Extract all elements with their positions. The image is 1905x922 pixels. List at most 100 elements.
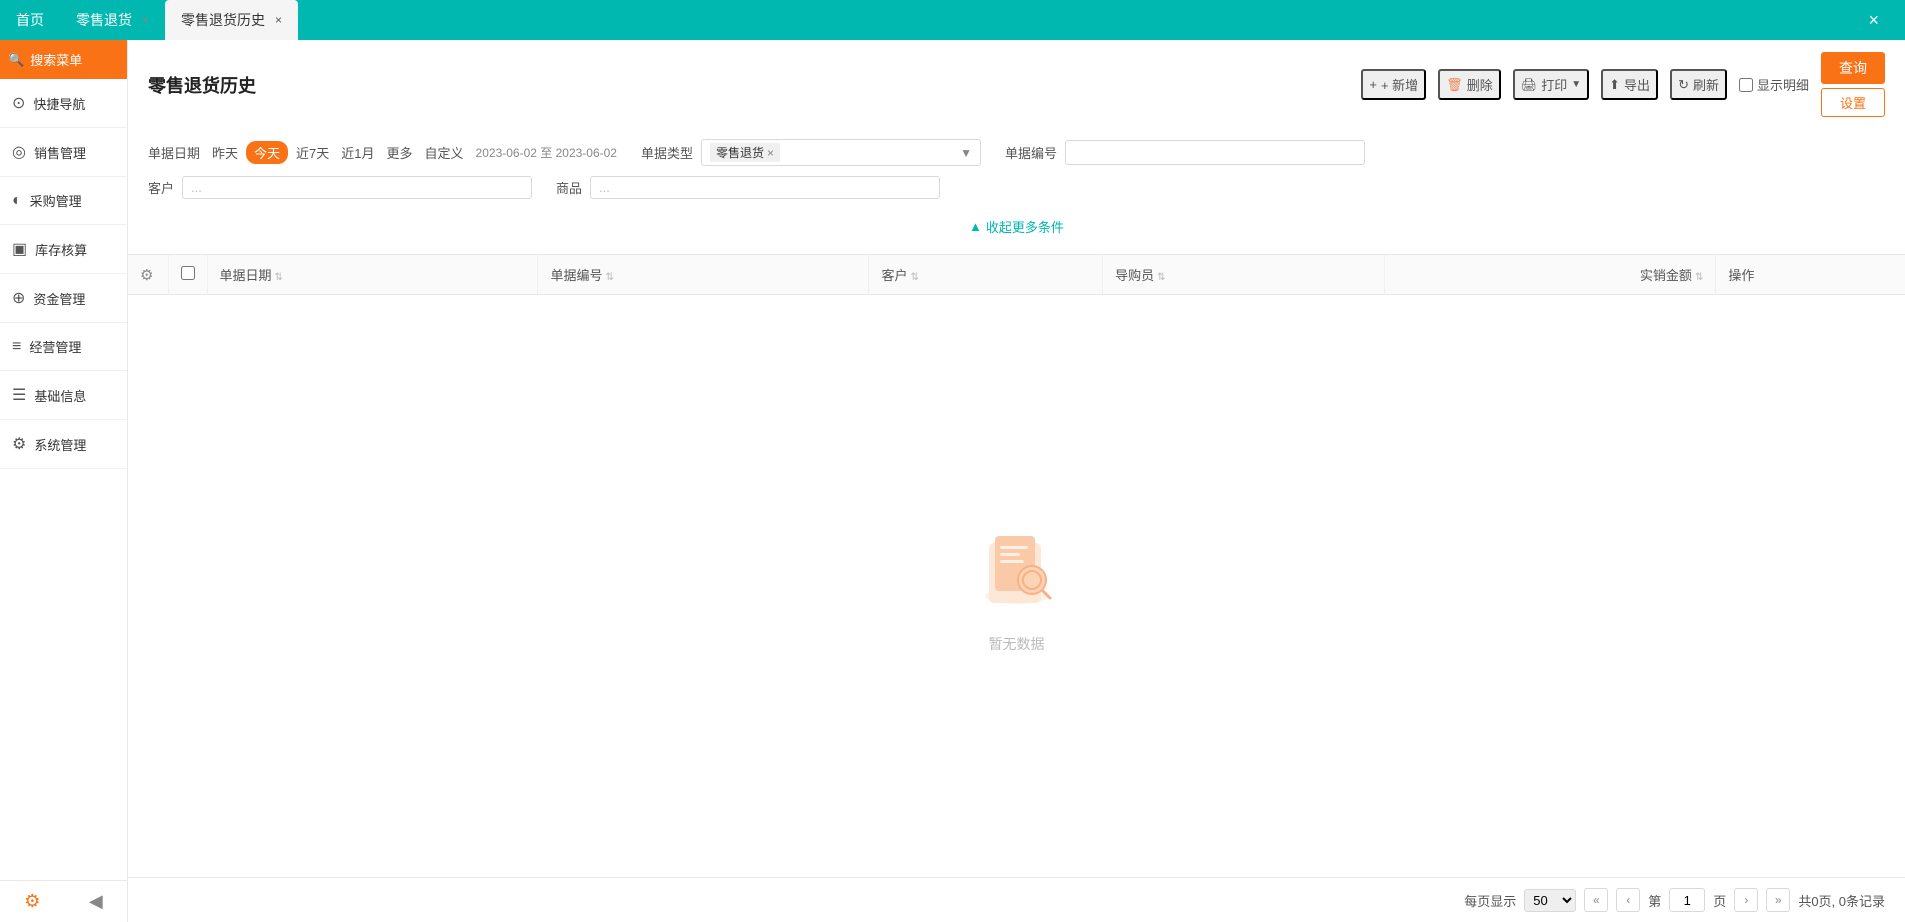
page-title: 零售退货历史: [148, 72, 256, 98]
sidebar-item-basic-info[interactable]: ☰ 基础信息: [0, 371, 127, 420]
date-opt-today[interactable]: 今天: [246, 141, 288, 164]
sidebar-search[interactable]: 🔍 搜索菜单: [0, 40, 127, 79]
add-icon: +: [1369, 77, 1377, 92]
th-checkbox: [168, 255, 207, 295]
main-layout: 🔍 搜索菜单 ⊙ 快捷导航 ◎ 销售管理 ◐ 采购管理 ▣ 库存核算 ⊕ 资金管: [0, 40, 1905, 922]
query-button[interactable]: 查询: [1821, 52, 1885, 84]
date-opt-more[interactable]: 更多: [383, 141, 417, 164]
system-icon: ⚙: [12, 434, 26, 454]
delete-button[interactable]: 🗑 删除: [1438, 69, 1501, 100]
goods-select[interactable]: ...: [590, 176, 940, 199]
setting-button[interactable]: 设置: [1821, 88, 1885, 117]
last-page-btn[interactable]: »: [1766, 888, 1790, 912]
sidebar-item-sales[interactable]: ◎ 销售管理: [0, 128, 127, 177]
sort-guide-icon[interactable]: ⇅: [1157, 272, 1165, 283]
data-table: ⚙ 单据日期⇅ 单据编号⇅ 客: [128, 255, 1905, 295]
sidebar-item-operation[interactable]: ≡ 经营管理: [0, 323, 127, 371]
sort-amount-icon[interactable]: ⇅: [1695, 272, 1703, 283]
date-opt-7days[interactable]: 近7天: [292, 141, 333, 164]
delete-icon: 🗑: [1446, 77, 1463, 93]
sidebar-collapse-icon[interactable]: ◀: [89, 891, 103, 912]
sidebar-item-system[interactable]: ⚙ 系统管理: [0, 420, 127, 469]
sidebar-item-sales-label: 销售管理: [34, 143, 86, 162]
voucher-no-input[interactable]: [1065, 140, 1365, 165]
page-header: 零售退货历史 + + 新增 🗑 删除 🖨 打印 ▼: [128, 40, 1905, 255]
tab-retail-return-history-label: 零售退货历史: [181, 10, 265, 30]
prev-page-btn[interactable]: ‹: [1616, 888, 1640, 912]
sidebar-item-inventory[interactable]: ▣ 库存核算: [0, 225, 127, 274]
date-opt-yesterday[interactable]: 昨天: [208, 141, 242, 164]
table-settings-icon[interactable]: ⚙: [140, 267, 153, 284]
sidebar: 🔍 搜索菜单 ⊙ 快捷导航 ◎ 销售管理 ◐ 采购管理 ▣ 库存核算 ⊕ 资金管: [0, 40, 128, 922]
content-area: 零售退货历史 + + 新增 🗑 删除 🖨 打印 ▼: [128, 40, 1905, 922]
per-page-label: 每页显示: [1464, 891, 1516, 910]
collapse-arrow-icon: ▲: [969, 219, 982, 234]
finance-icon: ⊕: [12, 288, 25, 308]
sidebar-item-quick-nav[interactable]: ⊙ 快捷导航: [0, 79, 127, 128]
voucher-type-label: 单据类型: [641, 143, 693, 162]
voucher-no-filter: 单据编号: [1005, 140, 1365, 165]
collapse-filter-btn[interactable]: ▲ 收起更多条件: [969, 213, 1064, 244]
sidebar-item-purchase[interactable]: ◐ 采购管理: [0, 177, 127, 225]
th-settings: ⚙: [128, 255, 168, 295]
voucher-no-label: 单据编号: [1005, 143, 1057, 162]
th-voucher-no: 单据编号⇅: [538, 255, 869, 295]
voucher-type-select[interactable]: 零售退货 × ▼: [701, 139, 981, 166]
customer-filter: 客户 ...: [148, 176, 532, 199]
window-close-btn[interactable]: ×: [1858, 10, 1889, 31]
page-actions: + + 新增 🗑 删除 🖨 打印 ▼ ⬆ 导出: [1361, 52, 1885, 117]
table-header: ⚙ 单据日期⇅ 单据编号⇅ 客: [128, 255, 1905, 295]
sidebar-item-finance[interactable]: ⊕ 资金管理: [0, 274, 127, 323]
refresh-button[interactable]: ↻ 刷新: [1670, 69, 1727, 100]
top-bar: 首页 零售退货 × 零售退货历史 × ×: [0, 0, 1905, 40]
customer-select[interactable]: ...: [182, 176, 532, 199]
sort-customer-icon[interactable]: ⇅: [910, 272, 918, 283]
refresh-icon: ↻: [1678, 77, 1689, 93]
sidebar-search-label: 搜索菜单: [30, 50, 82, 69]
print-button[interactable]: 🖨 打印 ▼: [1513, 69, 1589, 100]
sidebar-bottom: ⚙ ◀: [0, 880, 127, 922]
tab-retail-return[interactable]: 零售退货 ×: [60, 0, 165, 40]
first-page-btn[interactable]: «: [1584, 888, 1608, 912]
voucher-type-filter: 单据类型 零售退货 × ▼: [641, 139, 981, 166]
next-page-btn[interactable]: ›: [1734, 888, 1758, 912]
tab-retail-return-history[interactable]: 零售退货历史 ×: [165, 0, 298, 40]
table-area: ⚙ 单据日期⇅ 单据编号⇅ 客: [128, 255, 1905, 922]
tab-retail-return-label: 零售退货: [76, 10, 132, 30]
sidebar-item-system-label: 系统管理: [34, 435, 86, 454]
goods-filter-label: 商品: [556, 178, 582, 197]
th-action: 操作: [1716, 255, 1905, 295]
voucher-type-tag: 零售退货 ×: [710, 143, 780, 162]
date-opt-1month[interactable]: 近1月: [337, 141, 378, 164]
goods-placeholder: ...: [599, 180, 610, 195]
empty-text: 暂无数据: [989, 634, 1045, 654]
show-detail-checkbox[interactable]: [1739, 78, 1753, 92]
date-filter-label: 单据日期: [148, 143, 200, 162]
date-opt-custom[interactable]: 自定义: [421, 141, 468, 164]
tab-home[interactable]: 首页: [0, 0, 60, 40]
search-icon: 🔍: [8, 52, 24, 68]
sidebar-settings-icon[interactable]: ⚙: [24, 891, 40, 912]
empty-icon: [967, 518, 1067, 618]
tab-retail-return-close[interactable]: ×: [142, 13, 149, 27]
page-label: 第: [1648, 891, 1661, 910]
sort-date-icon[interactable]: ⇅: [275, 272, 283, 283]
total-info: 共0页, 0条记录: [1798, 891, 1885, 910]
per-page-select[interactable]: 10 20 50 100: [1524, 889, 1576, 912]
export-button[interactable]: ⬆ 导出: [1601, 69, 1658, 100]
sidebar-menu: ⊙ 快捷导航 ◎ 销售管理 ◐ 采购管理 ▣ 库存核算 ⊕ 资金管理 ≡ 经营管…: [0, 79, 127, 880]
sidebar-item-inventory-label: 库存核算: [35, 240, 87, 259]
filter-row-1: 单据日期 昨天 今天 近7天 近1月 更多 自定义 2023-06-02 至 2…: [148, 139, 1885, 166]
voucher-type-tag-remove[interactable]: ×: [767, 146, 774, 160]
add-button[interactable]: + + 新增: [1361, 69, 1426, 100]
sidebar-item-finance-label: 资金管理: [33, 289, 85, 308]
current-page-input[interactable]: [1669, 888, 1705, 912]
select-all-checkbox[interactable]: [181, 266, 195, 280]
tab-retail-return-history-close[interactable]: ×: [275, 13, 282, 27]
print-dropdown-icon: ▼: [1571, 79, 1581, 90]
goods-filter: 商品 ...: [556, 176, 940, 199]
voucher-type-arrow-icon: ▼: [960, 146, 972, 160]
sort-voucher-no-icon[interactable]: ⇅: [605, 272, 613, 283]
show-detail-toggle[interactable]: 显示明细: [1739, 75, 1809, 94]
th-guide: 导购员⇅: [1103, 255, 1385, 295]
